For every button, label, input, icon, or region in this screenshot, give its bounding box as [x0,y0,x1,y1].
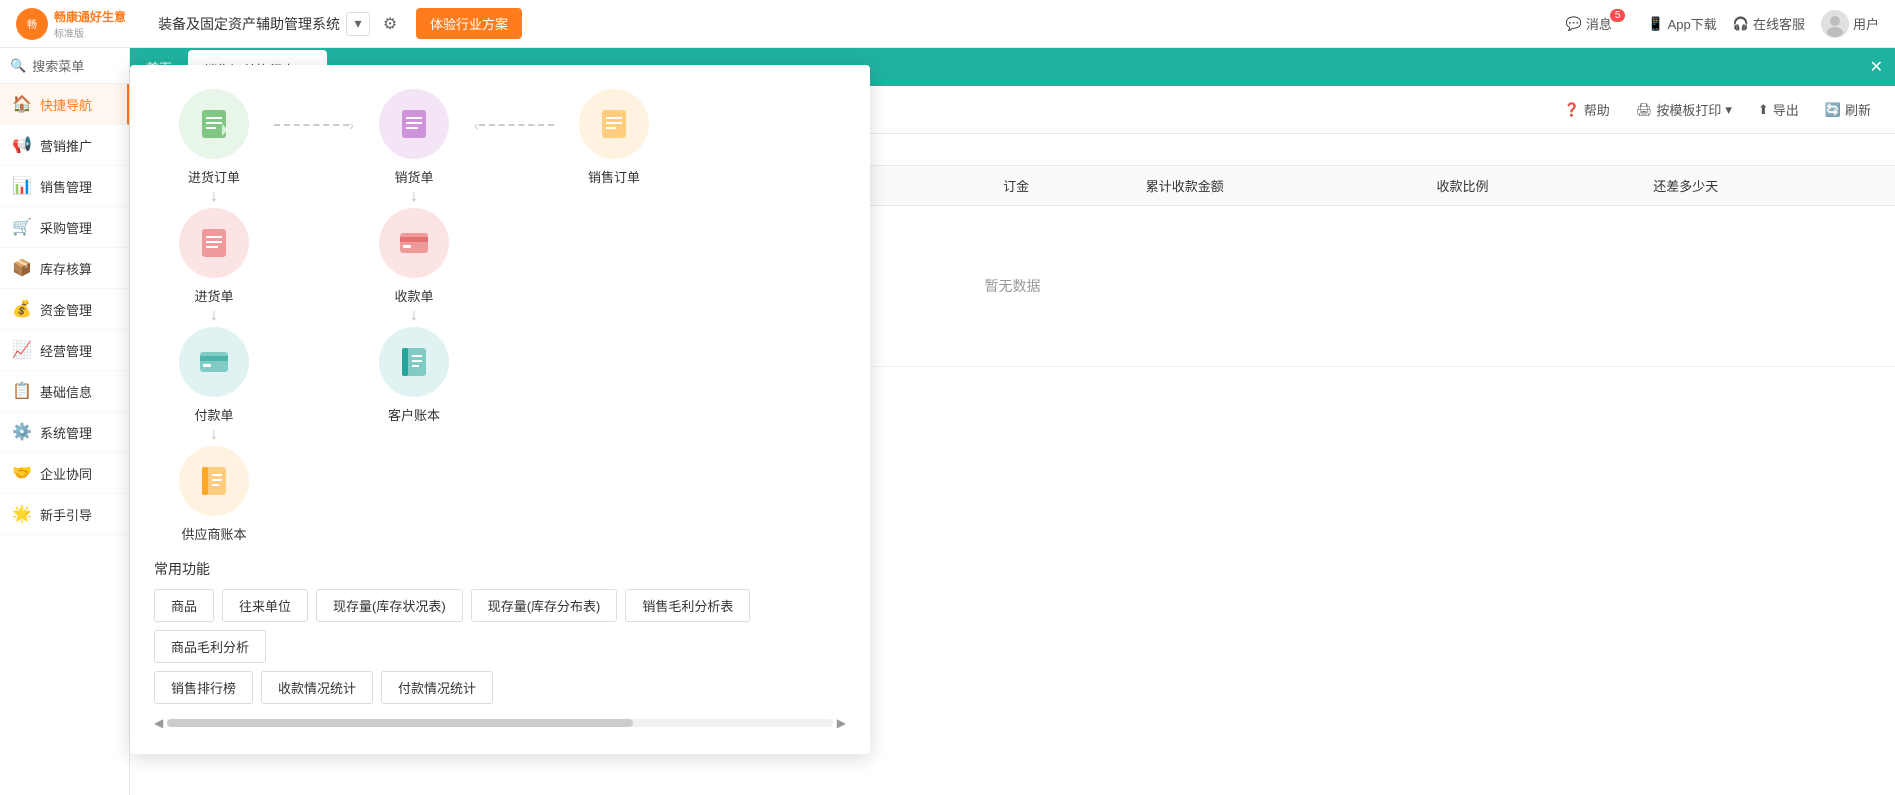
supplier-ledger-icon [179,446,249,516]
flow-node-customer-ledger: 客户账本 [354,327,474,424]
sales-order-label: 销售订单 [588,167,640,186]
sales-order-icon [579,89,649,159]
customer-ledger-icon [379,327,449,397]
flow-node-sales-order: 销售订单 [554,89,674,186]
purchase-bill-label: 进货单 [194,286,233,305]
purchase-bill-icon [179,208,249,278]
payment-label: 付款单 [194,405,233,424]
horizontal-arrow-1: › [274,89,354,133]
scroll-left-btn[interactable]: ◀ [154,716,163,730]
flow-node-receipt: 收款单 [354,208,474,305]
scroll-track [167,719,833,727]
func-btn-product[interactable]: 商品 [154,589,214,622]
func-btn-receipt-stat[interactable]: 收款情况统计 [261,671,373,704]
func-btn-sales-margin[interactable]: 销售毛利分析表 [625,589,750,622]
horizontal-arrow-2: ‹ [474,89,554,133]
scroll-right-btn[interactable]: ▶ [837,716,846,730]
func-buttons-row2: 销售排行榜 收款情况统计 付款情况统计 [154,671,846,704]
sales-bill-label: 销货单 [394,167,433,186]
flow-col-left: 进货订单 ↓ 进货单 ↓ 付款单 [154,89,274,543]
flow-node-purchase-bill: 进货单 [154,208,274,305]
scroll-nav: ◀ ▶ [154,716,846,730]
common-functions-title: 常用功能 [154,559,846,579]
flow-node-payment: 付款单 [154,327,274,424]
arrow-down-sales-1: ↓ [410,188,418,206]
arrow-down-sales-2: ↓ [410,307,418,325]
arrow-down-3: ↓ [210,426,218,444]
receipt-icon [379,208,449,278]
receipt-label: 收款单 [394,286,433,305]
common-functions: 常用功能 商品 往来单位 现存量(库存状况表) 现存量(库存分布表) 销售毛利分… [154,559,846,704]
flow-col-right: 销货单 ↓ 收款单 ↓ 客户账本 [354,89,474,424]
func-btn-payment-stat[interactable]: 付款情况统计 [381,671,493,704]
scroll-thumb [167,719,633,727]
payment-icon [179,327,249,397]
modal-scroll: ◀ ▶ [154,716,846,730]
modal-overlay[interactable]: 进货订单 ↓ 进货单 ↓ 付款单 [0,0,1895,795]
purchase-order-icon [179,89,249,159]
sales-bill-icon [379,89,449,159]
flow-diagram: 进货订单 ↓ 进货单 ↓ 付款单 [154,89,846,543]
supplier-ledger-label: 供应商账本 [181,524,246,543]
flow-col-sales-order: 销售订单 [554,89,674,186]
flow-node-sales-bill: 销货单 [354,89,474,186]
app-container: 畅 畅康通好生意 标准版 装备及固定资产辅助管理系统 ▾ ⚙ 体验行业方案 💬 … [0,0,1895,795]
func-btn-current-stock-status[interactable]: 现存量(库存状况表) [316,589,463,622]
func-btn-sales-rank[interactable]: 销售排行榜 [154,671,253,704]
purchase-order-label: 进货订单 [188,167,240,186]
arrow-down-2: ↓ [210,307,218,325]
flow-node-purchase-order: 进货订单 [154,89,274,186]
func-buttons: 商品 往来单位 现存量(库存状况表) 现存量(库存分布表) 销售毛利分析表 商品… [154,589,846,663]
func-btn-contacts[interactable]: 往来单位 [222,589,308,622]
scroll-track-area[interactable] [167,719,833,727]
arrow-down-1: ↓ [210,188,218,206]
customer-ledger-label: 客户账本 [388,405,440,424]
func-btn-product-margin[interactable]: 商品毛利分析 [154,630,266,663]
func-btn-current-stock-dist[interactable]: 现存量(库存分布表) [471,589,618,622]
modal-box: 进货订单 ↓ 进货单 ↓ 付款单 [130,65,870,754]
flow-node-supplier-ledger: 供应商账本 [154,446,274,543]
